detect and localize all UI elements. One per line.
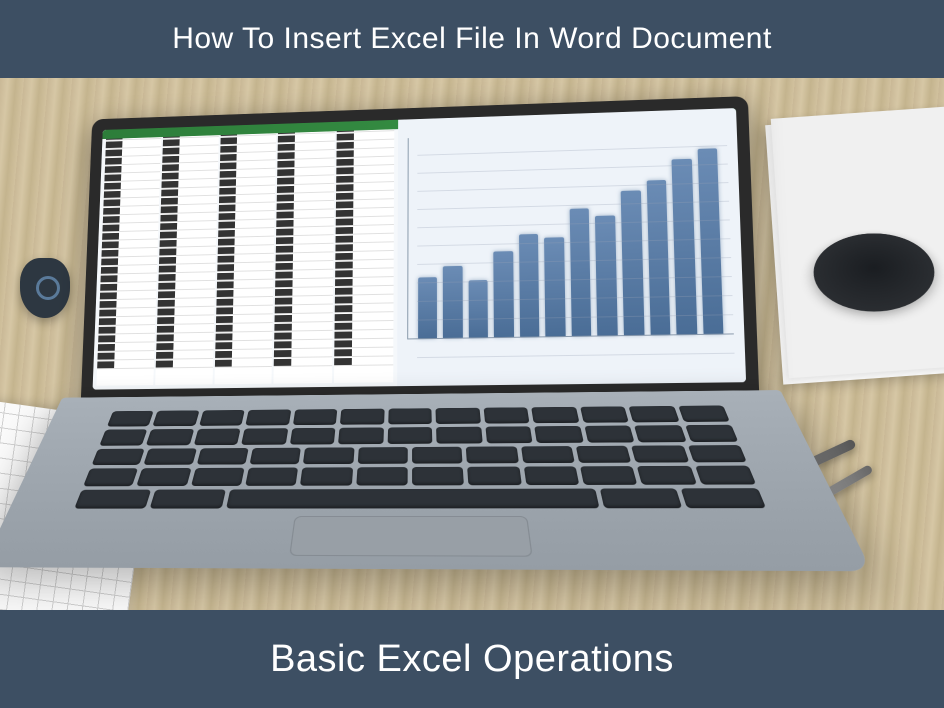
spread-column xyxy=(96,132,161,386)
chart-panel xyxy=(397,108,746,386)
laptop-screen xyxy=(93,108,747,390)
bottom-banner: Basic Excel Operations xyxy=(0,610,944,708)
chart-gridlines xyxy=(417,128,735,376)
laptop-screen-frame xyxy=(81,96,759,401)
spreadsheet-grid xyxy=(93,120,398,390)
earbud-device xyxy=(20,258,70,318)
keyboard-keys xyxy=(74,405,766,508)
laptop-keyboard-deck xyxy=(0,390,872,571)
laptop xyxy=(73,95,811,606)
spread-column xyxy=(155,130,219,385)
trackpad xyxy=(289,516,533,557)
spread-column xyxy=(274,126,335,384)
page-title: How To Insert Excel File In Word Documen… xyxy=(172,22,772,56)
spread-column xyxy=(214,128,276,385)
page-subtitle: Basic Excel Operations xyxy=(270,638,674,681)
spread-column xyxy=(334,124,394,383)
top-banner: How To Insert Excel File In Word Documen… xyxy=(0,0,944,78)
hero-image xyxy=(0,78,944,610)
